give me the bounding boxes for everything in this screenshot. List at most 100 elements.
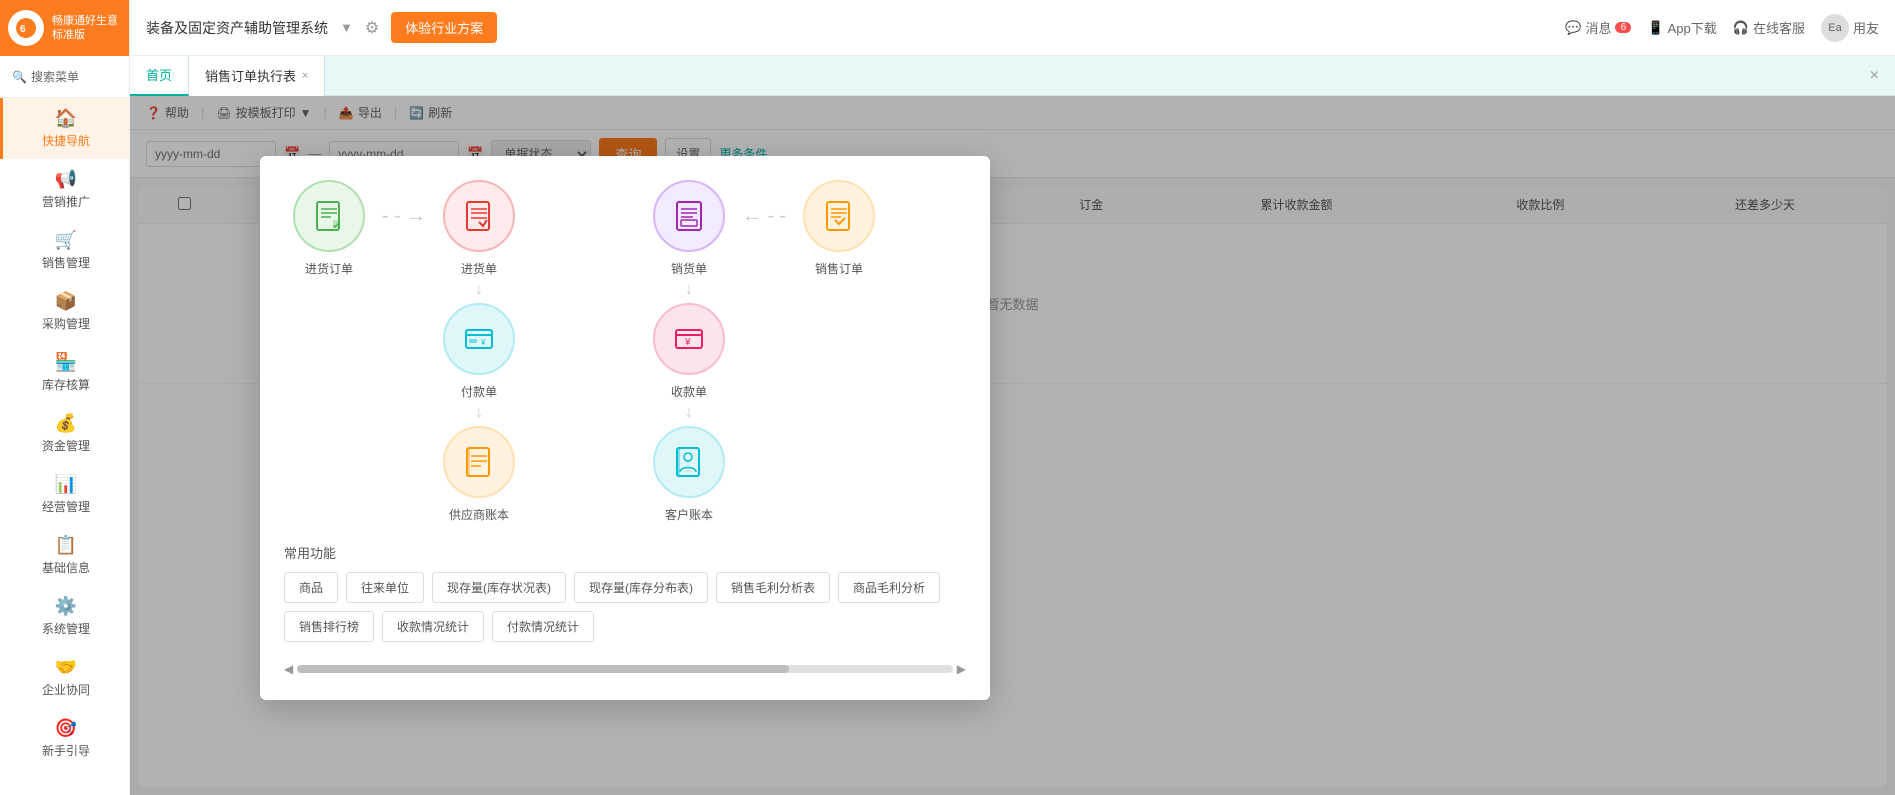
sales-icon: 🛒 — [55, 230, 77, 251]
wf-label-receipt: 收款单 — [671, 383, 707, 400]
message-icon: 💬 — [1565, 20, 1581, 36]
svg-text:6: 6 — [20, 24, 26, 35]
dropdown-arrow-icon[interactable]: ▼ — [340, 20, 353, 35]
btn-receipt-stats[interactable]: 收款情况统计 — [382, 611, 484, 642]
wf-node-payment[interactable]: ¥ 付款单 — [443, 303, 515, 400]
btn-product[interactable]: 商品 — [284, 572, 338, 603]
scroll-left-arrow[interactable]: ◀ — [284, 662, 293, 676]
guide-icon: 🎯 — [55, 718, 77, 739]
common-buttons-row1: 商品 往来单位 现存量(库存状况表) 现存量(库存分布表) 销售毛利分析表 商品… — [284, 572, 966, 603]
modal-scrollbar: ◀ ▶ — [284, 662, 966, 676]
btn-product-profit-analysis[interactable]: 商品毛利分析 — [838, 572, 940, 603]
system-icon: ⚙️ — [55, 596, 77, 617]
wf-label-sales-order: 销售订单 — [815, 260, 863, 277]
common-functions-section: 常用功能 商品 往来单位 现存量(库存状况表) 现存量(库存分布表) 销售毛利分… — [284, 543, 966, 642]
sidebar-item-purchase[interactable]: 📦 采购管理 — [0, 281, 129, 342]
purchase-icon: 📦 — [55, 291, 77, 312]
tabs-bar: 首页 销售订单执行表 × × — [130, 56, 1895, 96]
sidebar-item-system[interactable]: ⚙️ 系统管理 — [0, 586, 129, 647]
message-button[interactable]: 💬 消息 6 — [1565, 18, 1631, 37]
modal-box: 进货订单 - - → 进货单 — [260, 156, 990, 700]
sidebar-item-operation[interactable]: 📊 经营管理 — [0, 464, 129, 525]
scroll-track[interactable] — [297, 665, 953, 673]
logo-text: 畅康通好生意 标准版 — [52, 14, 118, 43]
scroll-right-arrow[interactable]: ▶ — [957, 662, 966, 676]
wf-node-sales-order[interactable]: 销售订单 — [803, 180, 875, 277]
common-buttons-row2: 销售排行榜 收款情况统计 付款情况统计 — [284, 611, 966, 642]
btn-sales-profit-analysis[interactable]: 销售毛利分析表 — [716, 572, 830, 603]
wf-node-purchase-bill[interactable]: 进货单 — [443, 180, 515, 277]
wf-node-receipt[interactable]: ¥ 收款单 — [653, 303, 725, 400]
wf-label-purchase-bill: 进货单 — [461, 260, 497, 277]
arrow-down-2: ↓ — [685, 281, 693, 299]
btn-inventory-status[interactable]: 现存量(库存状况表) — [432, 572, 566, 603]
wf-circle-purchase-bill — [443, 180, 515, 252]
workflow-row2: ¥ 付款单 ¥ 收款单 — [284, 303, 966, 400]
wf-circle-receipt: ¥ — [653, 303, 725, 375]
wf-circle-purchase-order — [293, 180, 365, 252]
sidebar-item-guide[interactable]: 🎯 新手引导 — [0, 708, 129, 769]
btn-sales-ranking[interactable]: 销售排行榜 — [284, 611, 374, 642]
main-area: 装备及固定资产辅助管理系统 ▼ ⚙ 体验行业方案 💬 消息 6 📱 App下载 … — [130, 0, 1895, 795]
arrow-1: - - → — [382, 205, 426, 252]
sidebar-item-sales[interactable]: 🛒 销售管理 — [0, 220, 129, 281]
wf-node-customer-ledger[interactable]: 客户账本 — [653, 426, 725, 523]
search-menu-area: 🔍 搜索菜单 — [0, 56, 129, 98]
svg-text:¥: ¥ — [684, 337, 691, 348]
arrow-down-4: ↓ — [685, 404, 693, 422]
avatar: Ea — [1821, 14, 1849, 42]
top-header: 装备及固定资产辅助管理系统 ▼ ⚙ 体验行业方案 💬 消息 6 📱 App下载 … — [130, 0, 1895, 56]
home-icon: 🏠 — [55, 108, 77, 129]
sidebar-item-marketing[interactable]: 📢 营销推广 — [0, 159, 129, 220]
message-badge: 6 — [1615, 22, 1631, 33]
sidebar-item-collab[interactable]: 🤝 企业协同 — [0, 647, 129, 708]
tab-sales-order[interactable]: 销售订单执行表 × — [189, 56, 325, 96]
user-menu[interactable]: Ea 用友 — [1821, 14, 1879, 42]
wf-label-sales-bill: 销货单 — [671, 260, 707, 277]
app-download-button[interactable]: 📱 App下载 — [1647, 18, 1716, 37]
wf-label-purchase-order: 进货订单 — [305, 260, 353, 277]
settings-icon[interactable]: ⚙ — [365, 18, 379, 38]
btn-inventory-distribution[interactable]: 现存量(库存分布表) — [574, 572, 708, 603]
wf-node-supplier-ledger[interactable]: 供应商账本 — [443, 426, 515, 523]
sidebar-item-basic[interactable]: 📋 基础信息 — [0, 525, 129, 586]
scroll-thumb — [297, 665, 789, 673]
sidebar-item-quick[interactable]: 🏠 快捷导航 — [0, 98, 129, 159]
tab-home[interactable]: 首页 — [130, 56, 189, 96]
app-logo: 6 畅康通好生意 标准版 — [0, 0, 129, 56]
btn-payment-stats[interactable]: 付款情况统计 — [492, 611, 594, 642]
search-menu-button[interactable]: 🔍 搜索菜单 — [8, 64, 121, 89]
sidebar-item-inventory[interactable]: 🏪 库存核算 — [0, 342, 129, 403]
search-icon: 🔍 — [12, 70, 27, 84]
wf-node-purchase-order[interactable]: 进货订单 — [293, 180, 365, 277]
btn-counterparty[interactable]: 往来单位 — [346, 572, 424, 603]
sidebar-nav: 🏠 快捷导航 📢 营销推广 🛒 销售管理 📦 采购管理 🏪 库存核算 💰 — [0, 98, 129, 795]
basic-icon: 📋 — [55, 535, 77, 556]
sidebar-item-finance[interactable]: 💰 资金管理 — [0, 403, 129, 464]
marketing-icon: 📢 — [55, 169, 77, 190]
experience-button[interactable]: 体验行业方案 — [391, 12, 497, 43]
download-icon: 📱 — [1647, 20, 1663, 36]
arrow-down-1: ↓ — [475, 281, 483, 299]
header-right: 💬 消息 6 📱 App下载 🎧 在线客服 Ea 用友 — [1565, 14, 1879, 42]
content-area: ❓ 帮助 | 🖨 按模板打印 ▼ | 📤 导出 | 🔄 刷新 — [130, 96, 1895, 795]
finance-icon: 💰 — [55, 413, 77, 434]
close-all-tabs-button[interactable]: × — [1854, 67, 1895, 85]
wf-circle-sales-bill — [653, 180, 725, 252]
online-service-button[interactable]: 🎧 在线客服 — [1733, 18, 1805, 37]
wf-label-supplier-ledger: 供应商账本 — [449, 506, 509, 523]
system-title: 装备及固定资产辅助管理系统 — [146, 18, 328, 38]
tab-close-icon[interactable]: × — [302, 70, 308, 82]
modal-overlay[interactable]: 进货订单 - - → 进货单 — [130, 96, 1895, 795]
arrow-2: ← - - — [742, 205, 786, 252]
wf-circle-payment: ¥ — [443, 303, 515, 375]
workflow-arrows-v2: ↓ ↓ — [284, 404, 966, 422]
svg-text:¥: ¥ — [480, 338, 486, 347]
service-icon: 🎧 — [1733, 20, 1749, 36]
collab-icon: 🤝 — [55, 657, 77, 678]
inventory-icon: 🏪 — [55, 352, 77, 373]
workflow-row1: 进货订单 - - → 进货单 — [284, 180, 966, 277]
wf-circle-customer-ledger — [653, 426, 725, 498]
arrow-down-3: ↓ — [475, 404, 483, 422]
wf-node-sales-bill[interactable]: 销货单 — [653, 180, 725, 277]
